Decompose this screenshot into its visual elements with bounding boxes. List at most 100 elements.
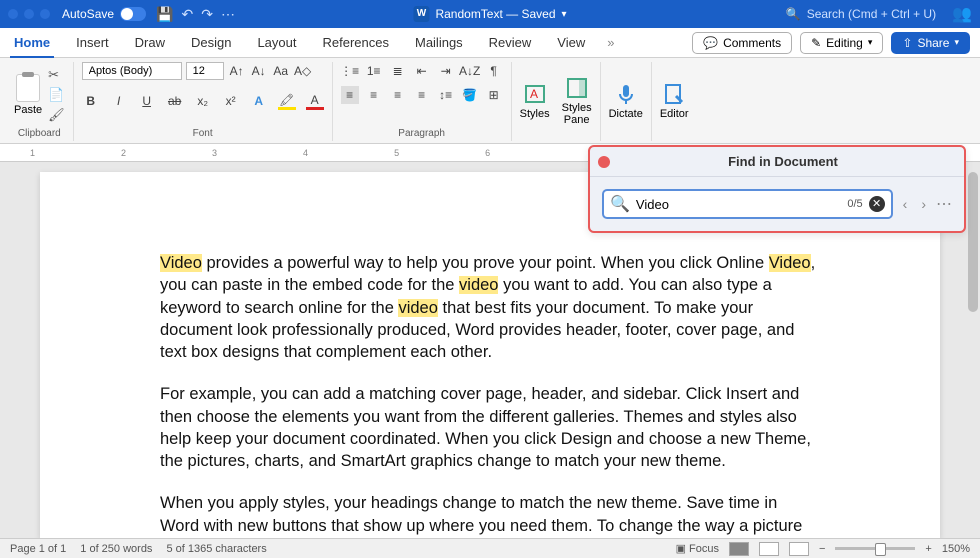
find-title: Find in Document: [610, 154, 956, 169]
shading-icon[interactable]: 🪣: [461, 86, 479, 104]
align-center-icon[interactable]: ≡: [365, 86, 383, 104]
highlight-icon[interactable]: 🖍: [278, 92, 296, 110]
page-indicator[interactable]: Page 1 of 1: [10, 543, 66, 555]
subscript-button[interactable]: x₂: [194, 92, 212, 110]
share-button[interactable]: ⇧Share▾: [891, 32, 970, 54]
tab-draw[interactable]: Draw: [131, 28, 169, 58]
undo-icon[interactable]: ↶: [181, 6, 193, 23]
focus-mode-button[interactable]: ▣ Focus: [676, 542, 719, 555]
toggle-icon[interactable]: [120, 7, 146, 21]
autosave-toggle[interactable]: AutoSave: [62, 7, 146, 21]
teams-icon[interactable]: 👥: [952, 4, 972, 24]
clipboard-icon: [16, 74, 40, 102]
zoom-level[interactable]: 150%: [942, 543, 970, 555]
next-result-icon[interactable]: ›: [921, 196, 926, 212]
increase-indent-icon[interactable]: ⇥: [437, 62, 455, 80]
chevron-down-icon: ▾: [868, 37, 873, 48]
font-size-select[interactable]: [186, 62, 224, 80]
multilevel-list-icon[interactable]: ≣: [389, 62, 407, 80]
format-painter-icon[interactable]: 🖌: [48, 107, 65, 123]
dictate-button[interactable]: Dictate: [609, 82, 643, 120]
group-paragraph: ⋮≡ 1≡ ≣ ⇤ ⇥ A↓Z ¶ ≡ ≡ ≡ ≡ ↕≡ 🪣 ⊞ Paragra…: [333, 62, 512, 141]
save-icon[interactable]: 💾: [156, 6, 173, 23]
tab-references[interactable]: References: [319, 28, 393, 58]
char-count[interactable]: 5 of 1365 characters: [166, 543, 266, 555]
document-text[interactable]: For example, you can add a matching cove…: [160, 385, 811, 470]
tab-review[interactable]: Review: [485, 28, 536, 58]
document-text[interactable]: Video: [160, 254, 202, 272]
paste-button[interactable]: Paste: [14, 74, 42, 116]
chevron-down-icon[interactable]: ▾: [562, 9, 567, 20]
document-text[interactable]: Video: [769, 254, 811, 272]
print-layout-view-icon[interactable]: [729, 542, 749, 556]
group-font: A↑ A↓ Aa A◇ B I U ab x₂ x² A 🖍 A Font: [74, 62, 333, 141]
borders-icon[interactable]: ⊞: [485, 86, 503, 104]
bullets-icon[interactable]: ⋮≡: [341, 62, 359, 80]
editing-mode-button[interactable]: ✎Editing▾: [800, 32, 883, 54]
tab-view[interactable]: View: [553, 28, 589, 58]
document-text[interactable]: provides a powerful way to help you prov…: [202, 254, 769, 272]
tab-design[interactable]: Design: [187, 28, 235, 58]
change-case-icon[interactable]: Aa: [272, 62, 290, 80]
tab-home[interactable]: Home: [10, 28, 54, 58]
strikethrough-button[interactable]: ab: [166, 92, 184, 110]
tell-me-search[interactable]: 🔍 Search (Cmd + Ctrl + U): [786, 7, 936, 21]
align-left-icon[interactable]: ≡: [341, 86, 359, 104]
line-spacing-icon[interactable]: ↕≡: [437, 86, 455, 104]
clear-format-icon[interactable]: A◇: [294, 62, 312, 80]
search-placeholder: Search (Cmd + Ctrl + U): [807, 7, 936, 21]
font-name-select[interactable]: [82, 62, 182, 80]
align-right-icon[interactable]: ≡: [389, 86, 407, 104]
group-label-clipboard: Clipboard: [14, 128, 65, 141]
decrease-indent-icon[interactable]: ⇤: [413, 62, 431, 80]
tab-layout[interactable]: Layout: [253, 28, 300, 58]
find-in-document-panel: Find in Document 🔍 0/5 ✕ ‹ › ⋯: [588, 145, 966, 233]
find-input[interactable]: [636, 197, 841, 212]
document-text[interactable]: When you apply styles, your headings cha…: [160, 494, 802, 538]
web-layout-view-icon[interactable]: [759, 542, 779, 556]
document-title[interactable]: W RandomText — Saved ▾: [413, 6, 566, 22]
tab-overflow-icon[interactable]: »: [607, 35, 614, 50]
tab-mailings[interactable]: Mailings: [411, 28, 467, 58]
group-label-font: Font: [82, 128, 324, 141]
justify-icon[interactable]: ≡: [413, 86, 431, 104]
sort-icon[interactable]: A↓Z: [461, 62, 479, 80]
zoom-slider[interactable]: [835, 547, 915, 550]
italic-button[interactable]: I: [110, 92, 128, 110]
word-count[interactable]: 1 of 250 words: [80, 543, 152, 555]
paragraph-marks-icon[interactable]: ¶: [485, 62, 503, 80]
font-color-icon[interactable]: A: [306, 92, 324, 110]
text-effects-icon[interactable]: A: [250, 92, 268, 110]
redo-icon[interactable]: ↷: [201, 6, 213, 23]
more-icon[interactable]: ⋯: [221, 6, 235, 23]
outline-view-icon[interactable]: [789, 542, 809, 556]
cut-icon[interactable]: ✂: [48, 67, 65, 83]
search-icon: 🔍: [786, 7, 801, 21]
document-text[interactable]: video: [459, 276, 498, 294]
styles-button[interactable]: A Styles: [520, 82, 550, 120]
window-traffic-lights[interactable]: [8, 9, 50, 19]
group-clipboard: Paste ✂ 📄 🖌 Clipboard: [6, 62, 74, 141]
increase-font-icon[interactable]: A↑: [228, 62, 246, 80]
comments-button[interactable]: 💬Comments: [692, 32, 792, 54]
zoom-out-icon[interactable]: −: [819, 543, 825, 555]
copy-icon[interactable]: 📄: [48, 87, 65, 103]
editor-button[interactable]: Editor: [660, 82, 689, 120]
decrease-font-icon[interactable]: A↓: [250, 62, 268, 80]
close-icon[interactable]: [598, 156, 610, 168]
tab-insert[interactable]: Insert: [72, 28, 113, 58]
quick-access-toolbar: 💾 ↶ ↷ ⋯: [156, 6, 235, 23]
document-text[interactable]: video: [398, 299, 437, 317]
zoom-in-icon[interactable]: +: [925, 543, 931, 555]
numbering-icon[interactable]: 1≡: [365, 62, 383, 80]
superscript-button[interactable]: x²: [222, 92, 240, 110]
styles-pane-button[interactable]: Styles Pane: [562, 76, 592, 126]
comment-icon: 💬: [703, 36, 718, 50]
find-options-icon[interactable]: ⋯: [936, 194, 952, 214]
clear-icon[interactable]: ✕: [869, 196, 885, 212]
vertical-scrollbar[interactable]: [966, 162, 980, 538]
bold-button[interactable]: B: [82, 92, 100, 110]
underline-button[interactable]: U: [138, 92, 156, 110]
search-icon: 🔍: [610, 194, 630, 214]
prev-result-icon[interactable]: ‹: [903, 196, 908, 212]
